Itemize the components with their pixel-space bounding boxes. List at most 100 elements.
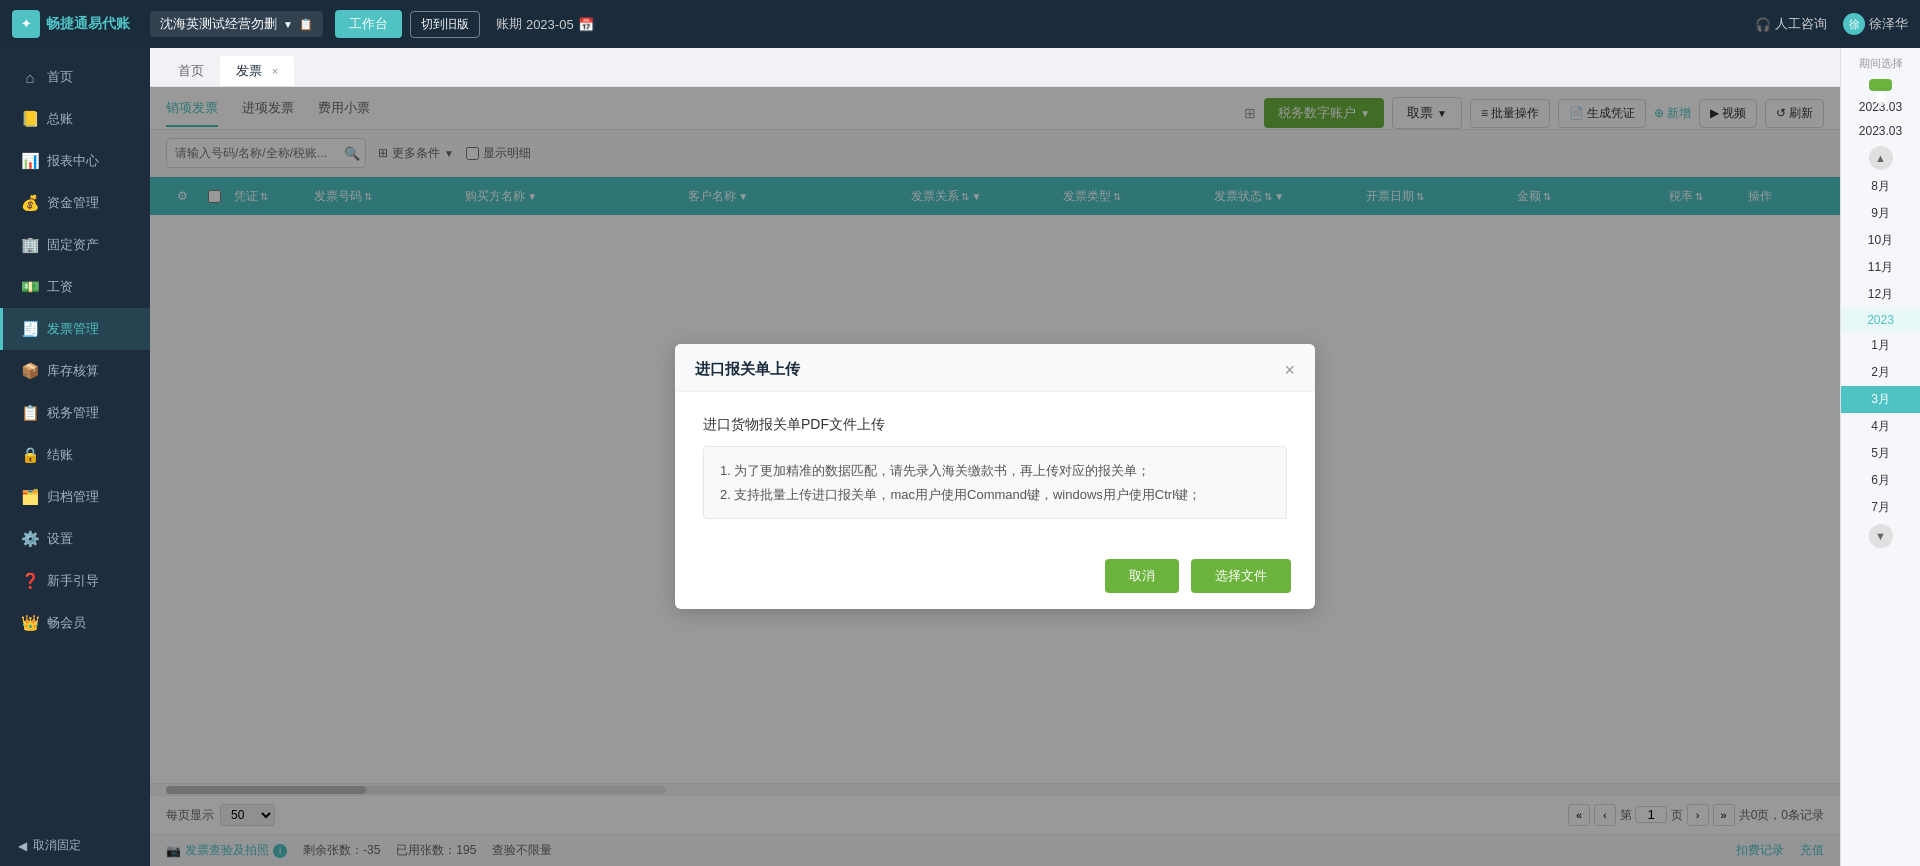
period-10[interactable]: 10月	[1841, 227, 1920, 254]
salary-icon: 💵	[21, 278, 39, 296]
sidebar-item-guide[interactable]: ❓ 新手引导	[0, 560, 150, 602]
cancel-pin-label: 取消固定	[33, 837, 81, 854]
tab-close-button[interactable]: ×	[272, 65, 278, 77]
sidebar-item-salary[interactable]: 💵 工资	[0, 266, 150, 308]
sidebar-label-tax: 税务管理	[47, 404, 99, 422]
sidebar-label-inventory: 库存核算	[47, 362, 99, 380]
funds-icon: 💰	[21, 194, 39, 212]
sidebar-label-ledger: 总账	[47, 110, 73, 128]
modal-title: 进口报关单上传	[695, 360, 800, 379]
inventory-icon: 📦	[21, 362, 39, 380]
tab-home-label: 首页	[178, 63, 204, 78]
year-2023[interactable]: 2023	[1841, 308, 1920, 332]
main-content: 首页 发票 × 销项发票 进项发票 费用小票	[150, 48, 1840, 866]
calendar-icon: 📅	[578, 17, 594, 32]
app-logo: ✦ 畅捷通易代账	[12, 10, 130, 38]
switch-version-button[interactable]: 切到旧版	[410, 11, 480, 38]
ledger-icon: 📒	[21, 110, 39, 128]
logo-icon: ✦	[12, 10, 40, 38]
detected-text: IIfe	[536, 10, 555, 26]
period-8[interactable]: 8月	[1841, 173, 1920, 200]
modal-select-file-button[interactable]: 选择文件	[1191, 559, 1291, 593]
modal-close-button[interactable]: ×	[1284, 361, 1295, 379]
period-3-active[interactable]: 3月	[1841, 386, 1920, 413]
import-modal: 进口报关单上传 × 进口货物报关单PDF文件上传 1. 为了更加精准的数据匹配，…	[675, 344, 1315, 609]
sidebar-item-funds[interactable]: 💰 资金管理	[0, 182, 150, 224]
sidebar-item-tax[interactable]: 📋 税务管理	[0, 392, 150, 434]
tab-home[interactable]: 首页	[166, 56, 216, 86]
service-button[interactable]: 🎧 人工咨询	[1755, 15, 1827, 33]
sidebar-label-settings: 设置	[47, 530, 73, 548]
company-selector[interactable]: 沈海英测试经营勿删 ▼ 📋	[150, 11, 323, 37]
user-name: 徐泽华	[1869, 15, 1908, 33]
modal-body: 进口货物报关单PDF文件上传 1. 为了更加精准的数据匹配，请先录入海关缴款书，…	[675, 392, 1315, 543]
sidebar-label-archive: 归档管理	[47, 488, 99, 506]
cancel-pin-button[interactable]: ◀ 取消固定	[0, 825, 150, 866]
sidebar-label-invoice: 发票管理	[47, 320, 99, 338]
period-1[interactable]: 1月	[1841, 332, 1920, 359]
chevron-down-icon: ▼	[283, 19, 293, 30]
modal-info-box: 1. 为了更加精准的数据匹配，请先录入海关缴款书，再上传对应的报关单； 2. 支…	[703, 446, 1287, 519]
sidebar-item-settings[interactable]: ⚙️ 设置	[0, 518, 150, 560]
main-layout: ⌂ 首页 📒 总账 📊 报表中心 💰 资金管理 🏢 固定资产 💵 工资 🧾 发票…	[0, 48, 1920, 866]
sidebar-item-home[interactable]: ⌂ 首页	[0, 56, 150, 98]
sidebar-item-ledger[interactable]: 📒 总账	[0, 98, 150, 140]
pin-icon: ◀	[18, 839, 27, 853]
collapse-button[interactable]: ▲	[1869, 146, 1893, 170]
sidebar-item-archive[interactable]: 🗂️ 归档管理	[0, 476, 150, 518]
modal-header: 进口报关单上传 ×	[675, 344, 1315, 392]
sidebar-label-salary: 工资	[47, 278, 73, 296]
user-avatar-icon: 徐	[1843, 13, 1865, 35]
open-close-section: 开票日期	[1869, 75, 1892, 95]
sidebar-label-close: 结账	[47, 446, 73, 464]
period-2023-03-second[interactable]: 2023.03	[1841, 119, 1920, 143]
modal-info-line1: 1. 为了更加精准的数据匹配，请先录入海关缴款书，再上传对应的报关单；	[720, 459, 1270, 482]
sidebar-item-assets[interactable]: 🏢 固定资产	[0, 224, 150, 266]
period-11[interactable]: 11月	[1841, 254, 1920, 281]
archive-icon: 🗂️	[21, 488, 39, 506]
sidebar-item-close[interactable]: 🔒 结账	[0, 434, 150, 476]
sidebar-label-home: 首页	[47, 68, 73, 86]
user-profile[interactable]: 徐 徐泽华	[1843, 13, 1908, 35]
period-12[interactable]: 12月	[1841, 281, 1920, 308]
period-4[interactable]: 4月	[1841, 413, 1920, 440]
service-label: 人工咨询	[1775, 15, 1827, 33]
period-2023-03-first[interactable]: 2023.03	[1841, 95, 1920, 119]
sidebar-label-assets: 固定资产	[47, 236, 99, 254]
open-date-button[interactable]: 开票日期	[1869, 79, 1892, 91]
period-6[interactable]: 6月	[1841, 467, 1920, 494]
right-panel: 期间选择 开票日期 2023.03 2023.03 ▲ 8月 9月 10月 11…	[1840, 48, 1920, 866]
report-icon: 📊	[21, 152, 39, 170]
tab-invoice-label: 发票	[236, 63, 262, 78]
headset-icon: 🎧	[1755, 17, 1771, 32]
close-accounts-icon: 🔒	[21, 446, 39, 464]
member-icon: 👑	[21, 614, 39, 632]
sidebar-item-invoice[interactable]: 🧾 发票管理	[0, 308, 150, 350]
sidebar-item-inventory[interactable]: 📦 库存核算	[0, 350, 150, 392]
period-label-text: 账期	[496, 15, 522, 33]
period-2[interactable]: 2月	[1841, 359, 1920, 386]
home-icon: ⌂	[21, 69, 39, 86]
invoice-icon: 🧾	[21, 320, 39, 338]
sidebar-label-funds: 资金管理	[47, 194, 99, 212]
tax-icon: 📋	[21, 404, 39, 422]
tab-invoice[interactable]: 发票 ×	[220, 56, 294, 86]
sidebar-label-report: 报表中心	[47, 152, 99, 170]
sidebar-item-report[interactable]: 📊 报表中心	[0, 140, 150, 182]
page-content: 销项发票 进项发票 费用小票 ⊞ 税务数字账户 ▼ 取票	[150, 87, 1840, 866]
sidebar-label-member: 畅会员	[47, 614, 86, 632]
period-9[interactable]: 9月	[1841, 200, 1920, 227]
top-bar-right: 🎧 人工咨询 徐 徐泽华	[1755, 13, 1908, 35]
period-5[interactable]: 5月	[1841, 440, 1920, 467]
workbench-button[interactable]: 工作台	[335, 10, 402, 38]
expand-button[interactable]: ▼	[1869, 524, 1893, 548]
settings-icon: ⚙️	[21, 530, 39, 548]
sidebar-item-member[interactable]: 👑 畅会员	[0, 602, 150, 644]
period-selector-title: 期间选择	[1859, 52, 1903, 75]
top-bar: ✦ 畅捷通易代账 沈海英测试经营勿删 ▼ 📋 工作台 切到旧版 账期 2023-…	[0, 0, 1920, 48]
period-7[interactable]: 7月	[1841, 494, 1920, 521]
app-name: 畅捷通易代账	[46, 15, 130, 33]
modal-cancel-button[interactable]: 取消	[1105, 559, 1179, 593]
modal-footer: 取消 选择文件	[675, 543, 1315, 609]
sidebar: ⌂ 首页 📒 总账 📊 报表中心 💰 资金管理 🏢 固定资产 💵 工资 🧾 发票…	[0, 48, 150, 866]
